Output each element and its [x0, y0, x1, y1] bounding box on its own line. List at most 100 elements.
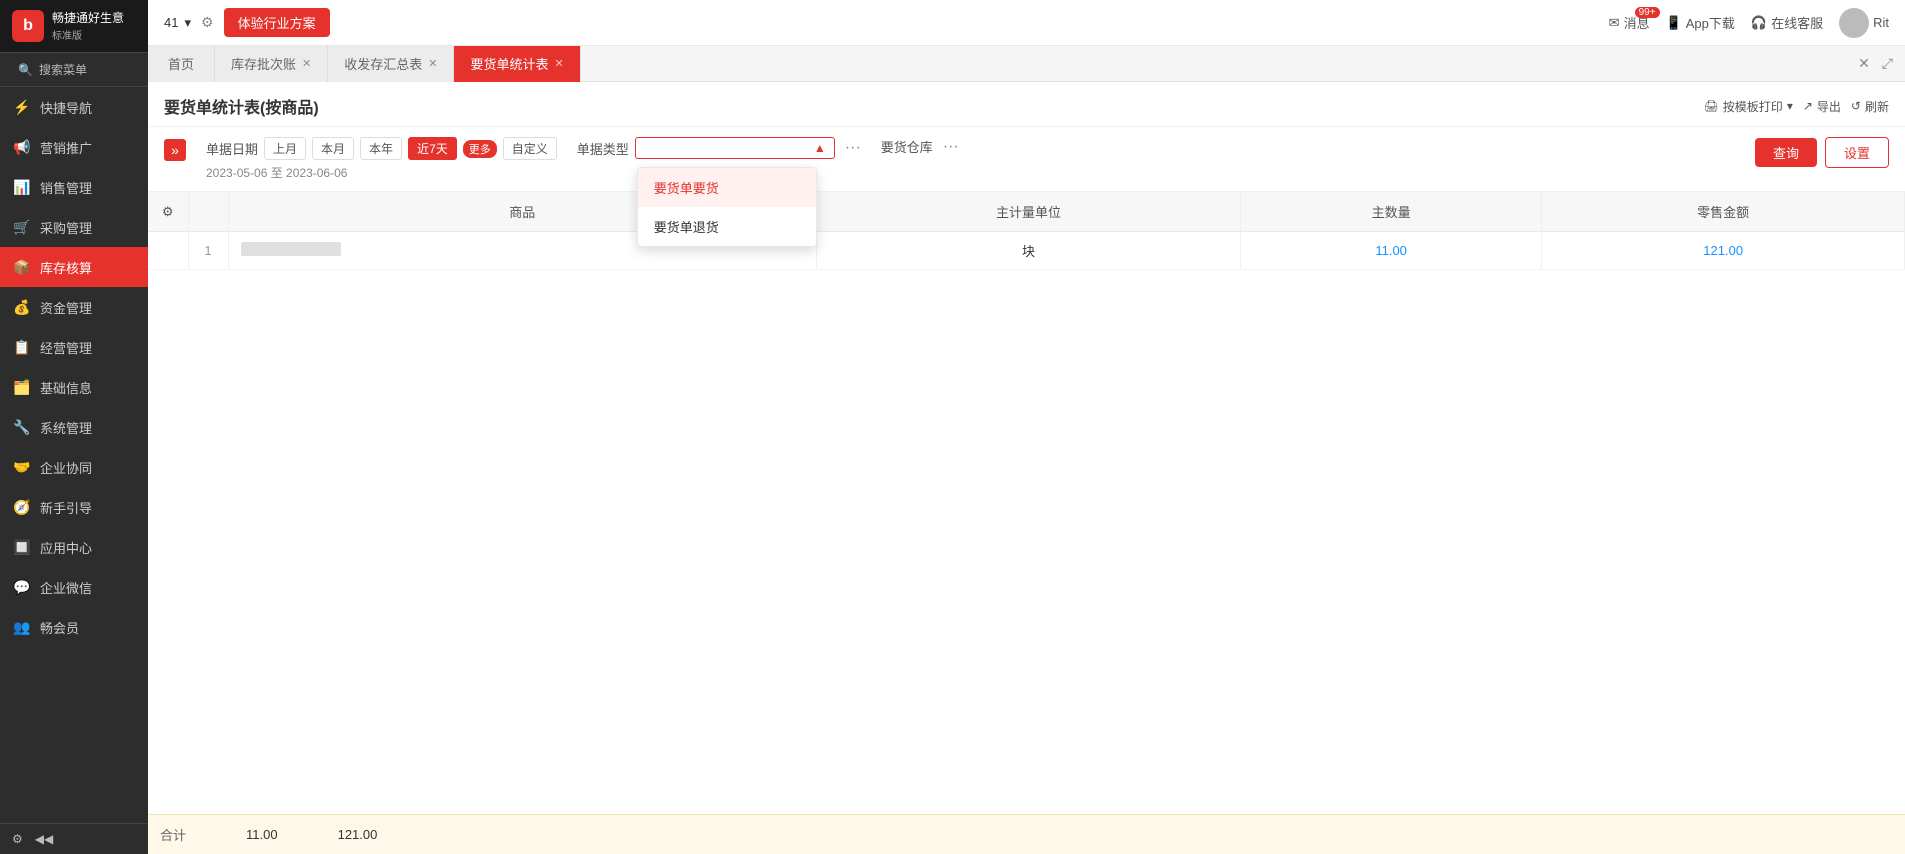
th-quantity: 主数量: [1240, 192, 1541, 232]
sidebar-item-operations[interactable]: 📋 经营管理: [0, 327, 148, 367]
filter-prev-month-btn[interactable]: 上月: [264, 137, 306, 160]
settings-button[interactable]: 设置: [1825, 137, 1889, 168]
sidebar-item-label: 资金管理: [40, 298, 92, 317]
sidebar-settings-button[interactable]: ⚙: [12, 832, 23, 846]
tab-close-icon[interactable]: ✕: [555, 57, 564, 70]
sidebar-item-label: 企业微信: [40, 578, 92, 597]
table-row: 1 块 11.00 121.00: [148, 232, 1905, 270]
tabs-end: ✕ ⤢: [1854, 55, 1905, 72]
type-dropdown-arrow: ▲: [814, 141, 826, 155]
tab-inventory-batch[interactable]: 库存批次账 ✕: [215, 46, 328, 82]
operations-icon: 📋: [12, 337, 32, 357]
filter-more-btn[interactable]: 更多: [463, 140, 497, 158]
filter-expand-button[interactable]: »: [164, 139, 186, 161]
export-button[interactable]: ↗ 导出: [1803, 98, 1841, 115]
sidebar-item-basic-info[interactable]: 🗂️ 基础信息: [0, 367, 148, 407]
company-dropdown-icon: ▾: [184, 15, 191, 31]
print-label: 按模板打印: [1723, 98, 1783, 115]
avatar: [1839, 8, 1869, 38]
company-selector[interactable]: 41 ▾: [164, 15, 191, 31]
tab-close-icon[interactable]: ✕: [428, 57, 437, 70]
refresh-icon: ↺: [1851, 99, 1861, 113]
header-left: 41 ▾ ⚙ 体验行业方案: [164, 8, 1609, 37]
sidebar-item-label: 快捷导航: [40, 98, 92, 117]
print-button[interactable]: 🖨 按模板打印 ▾: [1704, 98, 1793, 115]
tab-receipt-summary[interactable]: 收发存汇总表 ✕: [328, 46, 454, 82]
page-actions: 🖨 按模板打印 ▾ ↗ 导出 ↺ 刷新: [1704, 98, 1889, 115]
filter-type-group: 单据类型 ▲ ··· 要货单要货 要货单退货: [577, 137, 861, 159]
sidebar-item-finance[interactable]: 💰 资金管理: [0, 287, 148, 327]
sidebar-search[interactable]: 🔍 搜索菜单: [0, 53, 148, 87]
sidebar-item-enterprise[interactable]: 🤝 企业协同: [0, 447, 148, 487]
trial-button[interactable]: 体验行业方案: [224, 8, 330, 37]
dropdown-item-return[interactable]: 要货单退货: [638, 207, 816, 246]
sidebar-item-system[interactable]: 🔧 系统管理: [0, 407, 148, 447]
tab-close-all-icon[interactable]: ✕: [1854, 55, 1874, 72]
sidebar-item-sales[interactable]: 📊 销售管理: [0, 167, 148, 207]
sidebar-item-app-center[interactable]: 🔲 应用中心: [0, 527, 148, 567]
company-id: 41: [164, 15, 178, 30]
inventory-icon: 📦: [12, 257, 32, 277]
td-settings: [148, 232, 188, 270]
sidebar-collapse-button[interactable]: ◀◀: [35, 832, 53, 846]
sidebar-item-purchase[interactable]: 🛒 采购管理: [0, 207, 148, 247]
top-header: 41 ▾ ⚙ 体验行业方案 ✉ 消息 99+ 📱 App下载 🎧 在线客服 R: [148, 0, 1905, 46]
filter-date-range: 2023-05-06 至 2023-06-06: [206, 164, 557, 181]
sidebar-item-marketing[interactable]: 📢 营销推广: [0, 127, 148, 167]
tab-requisition-stat-label: 要货单统计表: [470, 54, 548, 73]
th-settings[interactable]: ⚙: [148, 192, 188, 232]
user-profile[interactable]: Rit: [1839, 8, 1889, 38]
filter-this-year-btn[interactable]: 本年: [360, 137, 402, 160]
print-icon: 🖨: [1704, 99, 1719, 113]
quantity-link[interactable]: 11.00: [1375, 243, 1407, 258]
data-table: ⚙ 商品 主计量单位 主数量 零售金额 1: [148, 192, 1905, 270]
content-area: 要货单统计表(按商品) 🖨 按模板打印 ▾ ↗ 导出 ↺ 刷新 »: [148, 82, 1905, 854]
tab-inventory-batch-label: 库存批次账: [231, 54, 296, 73]
page-header: 要货单统计表(按商品) 🖨 按模板打印 ▾ ↗ 导出 ↺ 刷新: [148, 82, 1905, 127]
export-label: 导出: [1817, 98, 1841, 115]
product-placeholder: [241, 242, 341, 256]
sidebar-logo: b 畅捷通好生意 标准版: [0, 0, 148, 53]
footer-quantity: 11.00: [246, 827, 278, 842]
td-quantity: 11.00: [1240, 232, 1541, 270]
tab-receipt-summary-label: 收发存汇总表: [344, 54, 422, 73]
column-settings-icon: ⚙: [162, 204, 174, 219]
enterprise-wechat-icon: 💬: [12, 577, 32, 597]
settings-icon[interactable]: ⚙: [201, 14, 214, 31]
sidebar-item-quick-nav[interactable]: ⚡ 快捷导航: [0, 87, 148, 127]
type-select-input[interactable]: ▲: [635, 137, 835, 159]
query-button[interactable]: 查询: [1755, 138, 1817, 167]
filter-this-month-btn[interactable]: 本月: [312, 137, 354, 160]
refresh-button[interactable]: ↺ 刷新: [1851, 98, 1889, 115]
search-label: 搜索菜单: [39, 61, 87, 78]
tab-bar: 首页 库存批次账 ✕ 收发存汇总表 ✕ 要货单统计表 ✕ ✕ ⤢: [148, 46, 1905, 82]
sidebar-bottom: ⚙ ◀◀: [0, 823, 148, 854]
amount-link[interactable]: 121.00: [1703, 243, 1743, 258]
tab-close-icon[interactable]: ✕: [302, 57, 311, 70]
tab-expand-icon[interactable]: ⤢: [1878, 55, 1897, 72]
footer-label: 合计: [160, 825, 186, 844]
online-service-button[interactable]: 🎧 在线客服: [1751, 13, 1823, 32]
app-download-button[interactable]: 📱 App下载: [1666, 13, 1735, 32]
warehouse-more-icon[interactable]: ···: [943, 138, 959, 156]
tab-home[interactable]: 首页: [148, 46, 215, 82]
sidebar-item-label: 采购管理: [40, 218, 92, 237]
sidebar-item-label: 畅会员: [40, 618, 79, 637]
sidebar-item-enterprise-wechat[interactable]: 💬 企业微信: [0, 567, 148, 607]
tab-requisition-stat[interactable]: 要货单统计表 ✕: [454, 46, 580, 82]
filter-recent-7days-btn[interactable]: 近7天: [408, 137, 457, 160]
th-index: [188, 192, 228, 232]
search-icon: 🔍: [18, 63, 33, 77]
type-dropdown: 要货单要货 要货单退货: [637, 167, 817, 247]
sidebar-item-guide[interactable]: 🧭 新手引导: [0, 487, 148, 527]
dropdown-item-order[interactable]: 要货单要货: [638, 168, 816, 207]
filter-custom-btn[interactable]: 自定义: [503, 137, 557, 160]
sidebar-item-label: 库存核算: [40, 258, 92, 277]
filter-more-options-icon[interactable]: ···: [845, 139, 861, 157]
sidebar-item-member[interactable]: 👥 畅会员: [0, 607, 148, 647]
table-footer: 合计 11.00 121.00: [148, 814, 1905, 854]
messages-button[interactable]: ✉ 消息 99+: [1609, 13, 1650, 32]
guide-icon: 🧭: [12, 497, 32, 517]
footer-amount: 121.00: [338, 827, 378, 842]
sidebar-item-inventory[interactable]: 📦 库存核算: [0, 247, 148, 287]
